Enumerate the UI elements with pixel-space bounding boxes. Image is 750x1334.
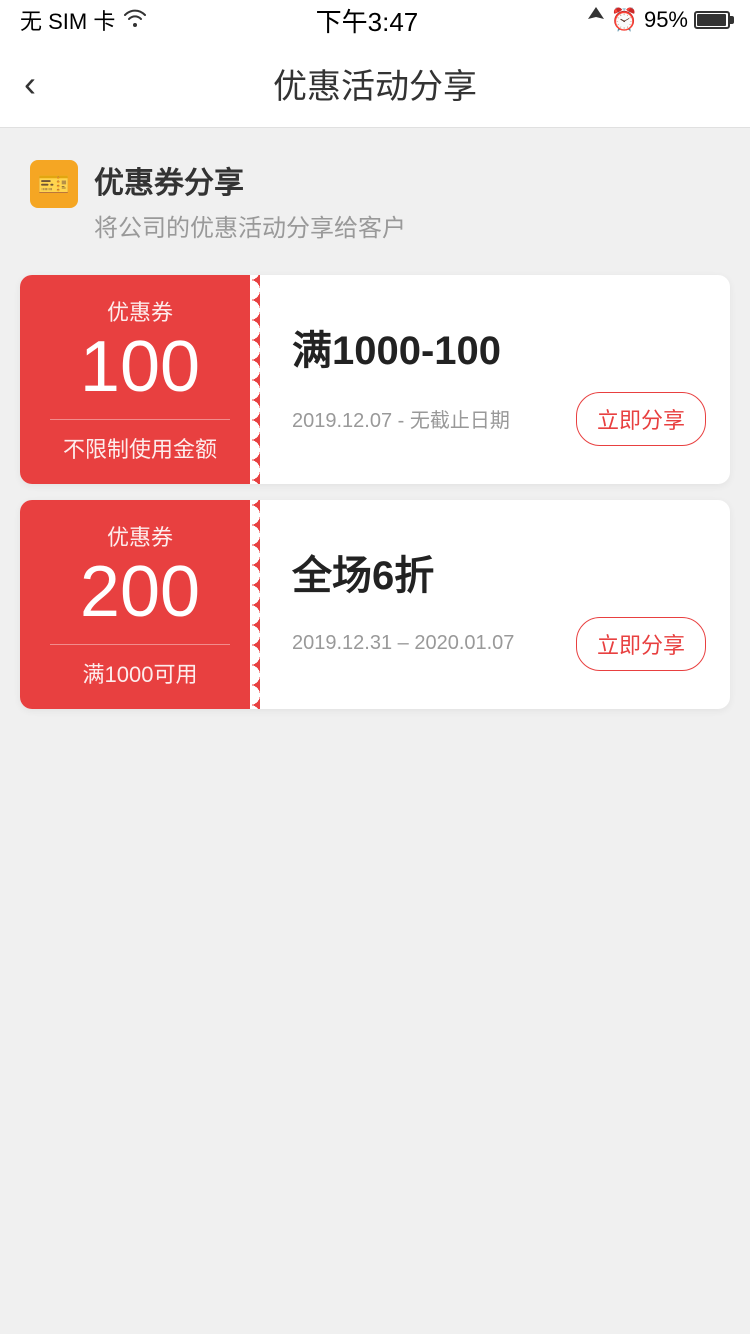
back-button[interactable]: ‹ [24,63,36,105]
battery-percent: 95% [644,7,688,33]
share-button-0[interactable]: 立即分享 [576,392,706,446]
coupon-amount-0: 100 [80,331,200,403]
section-header: 🎫 优惠券分享 将公司的优惠活动分享给客户 [0,128,750,259]
coupon-right-0: 满1000-100 2019.12.07 - 无截止日期 立即分享 [260,275,730,484]
coupon-condition-1: 满1000可用 [83,657,198,689]
coupon-right-1: 全场6折 2019.12.31 – 2020.01.07 立即分享 [260,500,730,709]
bottom-area [0,725,750,1325]
status-left: 无 SIM 卡 [20,4,147,36]
coupon-divider-1 [50,644,230,645]
coupon-label-1: 优惠券 [107,520,173,552]
coupon-left-0: 优惠券 100 不限制使用金额 [20,275,260,484]
coupon-meta-1: 2019.12.31 – 2020.01.07 立即分享 [292,617,706,671]
coupon-label-0: 优惠券 [107,295,173,327]
coupon-date-1: 2019.12.31 – 2020.01.07 [292,632,514,655]
section-subtitle: 将公司的优惠活动分享给客户 [94,208,406,243]
coupon-card: 优惠券 100 不限制使用金额 满1000-100 2019.12.07 - 无… [20,275,730,484]
nav-bar: ‹ 优惠活动分享 [0,40,750,128]
coupon-list: 优惠券 100 不限制使用金额 满1000-100 2019.12.07 - 无… [0,259,750,725]
carrier-text: 无 SIM 卡 [20,4,115,36]
coupon-left-1: 优惠券 200 满1000可用 [20,500,260,709]
coupon-date-0: 2019.12.07 - 无截止日期 [292,404,510,433]
coupon-amount-1: 200 [80,556,200,628]
page-title: 优惠活动分享 [273,59,477,108]
coupon-card: 优惠券 200 满1000可用 全场6折 2019.12.31 – 2020.0… [20,500,730,709]
coupon-icon: 🎫 [38,169,70,200]
section-icon: 🎫 [30,160,78,208]
wifi-icon [123,7,147,33]
alarm-icon: ⏰ [611,7,638,33]
battery-icon [694,11,730,29]
section-title: 优惠券分享 [94,158,406,202]
status-right: ⏰ 95% [587,6,730,34]
coupon-title-0: 满1000-100 [292,318,706,376]
coupon-divider-0 [50,419,230,420]
coupon-title-1: 全场6折 [292,543,706,601]
status-bar: 无 SIM 卡 下午3:47 ⏰ 95% [0,0,750,40]
share-button-1[interactable]: 立即分享 [576,617,706,671]
location-icon [587,6,605,34]
coupon-condition-0: 不限制使用金额 [63,432,217,464]
coupon-meta-0: 2019.12.07 - 无截止日期 立即分享 [292,392,706,446]
section-text: 优惠券分享 将公司的优惠活动分享给客户 [94,158,406,243]
status-time: 下午3:47 [316,2,419,39]
